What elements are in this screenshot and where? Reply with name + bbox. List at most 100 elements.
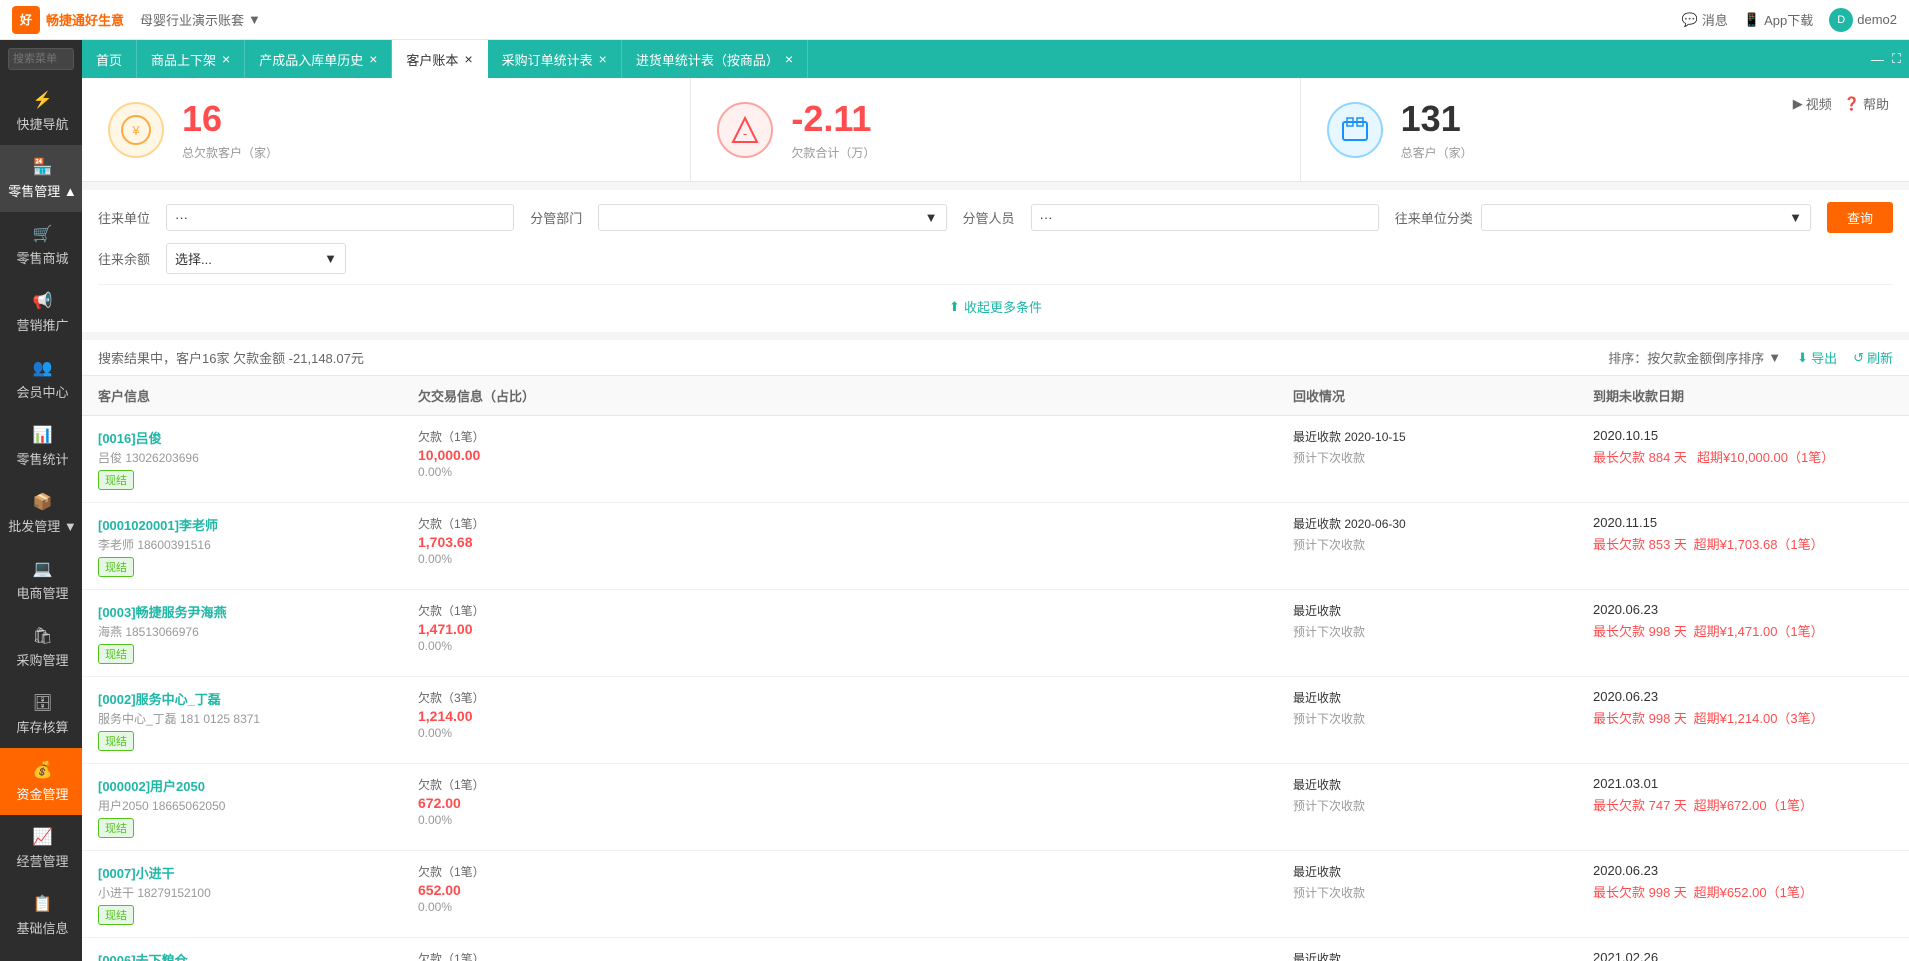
mobile-icon: 📱 (1744, 12, 1760, 28)
sidebar-item-label: 电商管理 (16, 583, 68, 602)
tab-home[interactable]: 首页 (82, 40, 137, 78)
overdue-link-4[interactable]: 超期¥672.00（1笔） (1694, 798, 1813, 813)
customer-name-3[interactable]: [0002]服务中心_丁磊 (98, 689, 418, 708)
sidebar-item-purchase[interactable]: 🛍 采购管理 (0, 614, 82, 681)
customer-name-5[interactable]: [0007]小进干 (98, 863, 418, 882)
marketing-icon: 📢 (33, 291, 53, 311)
user-avatar[interactable]: D demo2 (1829, 8, 1897, 32)
sidebar-item-member[interactable]: 👥 会员中心 (0, 346, 82, 413)
overdue-link-0[interactable]: 超期¥10,000.00（1笔） (1697, 450, 1834, 465)
customer-name-6[interactable]: [0006]去下粮仓 (98, 950, 418, 961)
person-input[interactable]: ··· (1031, 204, 1379, 231)
sidebar-item-system[interactable]: ⚙ 系统管理 (0, 949, 82, 961)
tab-close-icon[interactable]: × (464, 52, 472, 66)
balance-select[interactable]: 选择... ▼ (166, 243, 346, 274)
customer-name-1[interactable]: [0001020001]李老师 (98, 515, 418, 534)
overdue-info-3: 2020.06.23 最长欠款 998 天 超期¥1,214.00（3笔） (1593, 689, 1893, 727)
sidebar-item-retail-mall[interactable]: 🛒 零售商城 (0, 212, 82, 279)
tab-product-history[interactable]: 产成品入库单历史 × (245, 40, 392, 78)
sidebar-item-marketing[interactable]: 📢 营销推广 (0, 279, 82, 346)
debt-amount-2[interactable]: 1,471.00 (418, 621, 1293, 637)
overdue-link-2[interactable]: 超期¥1,471.00（1笔） (1694, 624, 1824, 639)
stat-card-total: 131 总客户（家） ▶ 视频 ❓ 帮助 (1301, 78, 1909, 181)
tab-close-icon[interactable]: × (599, 52, 607, 66)
overdue-date-6: 2021.02.26 (1593, 950, 1893, 961)
sidebar-item-basic-info[interactable]: 📋 基础信息 (0, 882, 82, 949)
chevron-down-icon: ▼ (925, 210, 938, 225)
customer-info-1: [0001020001]李老师 李老师 18600391516 现结 (98, 515, 418, 577)
app-download-btn[interactable]: 📱 App下载 (1744, 10, 1813, 29)
stat-label-debt: 欠款合计（万） (791, 144, 1275, 161)
debt-amount-0[interactable]: 10,000.00 (418, 447, 1293, 463)
debt-info-5: 欠款（1笔） 652.00 0.00% (418, 863, 1293, 914)
message-icon: 💬 (1682, 12, 1698, 28)
customer-name-0[interactable]: [0016]吕俊 (98, 428, 418, 447)
tab-close-icon[interactable]: × (222, 52, 230, 66)
debt-amount-5[interactable]: 652.00 (418, 882, 1293, 898)
member-icon: 👥 (33, 358, 53, 378)
overdue-date-2: 2020.06.23 (1593, 602, 1893, 617)
overdue-date-1: 2020.11.15 (1593, 515, 1893, 530)
company-select[interactable]: 母婴行业演示账套 ▼ (132, 6, 269, 33)
overdue-link-1[interactable]: 超期¥1,703.68（1笔） (1694, 537, 1824, 552)
overdue-link-5[interactable]: 超期¥652.00（1笔） (1694, 885, 1813, 900)
sort-select[interactable]: 排序：按欠款金额倒序排序 ▼ (1608, 348, 1781, 367)
sidebar-item-inventory[interactable]: 🗄 库存核算 (0, 681, 82, 748)
tab-close-icon[interactable]: × (785, 52, 793, 66)
stat-label-debtor: 总欠款客户（家） (182, 144, 666, 161)
sidebar-item-batch-mgmt[interactable]: 📦 批发管理 ▼ (0, 480, 82, 547)
customer-phone-0: 吕俊 13026203696 (98, 449, 418, 466)
sidebar-item-operations[interactable]: 📈 经营管理 (0, 815, 82, 882)
debt-amount-3[interactable]: 1,214.00 (418, 708, 1293, 724)
sidebar-item-retail-stats[interactable]: 📊 零售统计 (0, 413, 82, 480)
sidebar-item-quick-nav[interactable]: ⚡ 快捷导航 (0, 78, 82, 145)
stat-circle-debt: - (717, 102, 773, 158)
debt-amount-4[interactable]: 672.00 (418, 795, 1293, 811)
customer-name-4[interactable]: [000002]用户2050 (98, 776, 418, 795)
tab-close-icon[interactable]: × (369, 52, 377, 66)
payback-info-3: 最近收款 预计下次收款 (1293, 689, 1593, 727)
message-btn[interactable]: 💬 消息 (1682, 10, 1728, 29)
content-area: 首页 商品上下架 × 产成品入库单历史 × 客户账本 × 采购订单统计表 × 进… (82, 40, 1909, 961)
collapse-btn[interactable]: ⬆ 收起更多条件 (945, 293, 1046, 320)
debt-info-4: 欠款（1笔） 672.00 0.00% (418, 776, 1293, 827)
tab-bar-end: — ⛶ (1863, 51, 1909, 67)
debt-amount-1[interactable]: 1,703.68 (418, 534, 1293, 550)
customer-name-2[interactable]: [0003]畅捷服务尹海燕 (98, 602, 418, 621)
help-btn[interactable]: ❓ 帮助 (1844, 94, 1889, 113)
sidebar-item-label: 零售商城 (16, 248, 68, 267)
tab-minimize-icon[interactable]: — (1871, 52, 1884, 67)
debt-label-3: 欠款（3笔） (418, 689, 1293, 706)
export-btn[interactable]: ⬇ 导出 (1797, 348, 1837, 367)
tab-customer-account[interactable]: 客户账本 × (392, 40, 487, 78)
sidebar-item-ecommerce[interactable]: 💻 电商管理 (0, 547, 82, 614)
tab-product-listing[interactable]: 商品上下架 × (137, 40, 245, 78)
overdue-link-3[interactable]: 超期¥1,214.00（3笔） (1694, 711, 1824, 726)
tab-maximize-icon[interactable]: ⛶ (1892, 51, 1901, 67)
overdue-info-1: 2020.11.15 最长欠款 853 天 超期¥1,703.68（1笔） (1593, 515, 1893, 553)
overdue-info-2: 2020.06.23 最长欠款 998 天 超期¥1,471.00（1笔） (1593, 602, 1893, 640)
customer-info-2: [0003]畅捷服务尹海燕 海燕 18513066976 现结 (98, 602, 418, 664)
from-unit-input[interactable]: ··· (166, 204, 514, 231)
tab-label: 商品上下架 (151, 50, 216, 69)
video-btn[interactable]: ▶ 视频 (1793, 94, 1832, 113)
customer-info-6: [0006]去下粮仓 陈小希 现结 (98, 950, 418, 961)
person-dots: ··· (1040, 210, 1053, 225)
unit-type-select[interactable]: ▼ (1481, 204, 1811, 231)
sidebar-item-retail-mgmt[interactable]: 🏪 零售管理 ▲ (0, 145, 82, 212)
customer-info-5: [0007]小进干 小进干 18279152100 现结 (98, 863, 418, 925)
tab-purchase-stats[interactable]: 采购订单统计表 × (488, 40, 622, 78)
customer-phone-1: 李老师 18600391516 (98, 536, 418, 553)
export-label: 导出 (1811, 348, 1837, 367)
search-button[interactable]: 查询 (1827, 202, 1893, 233)
payback-last-1: 最近收款 2020-06-30 (1293, 515, 1593, 532)
tab-bar: 首页 商品上下架 × 产成品入库单历史 × 客户账本 × 采购订单统计表 × 进… (82, 40, 1909, 78)
tab-purchase-product-stats[interactable]: 进货单统计表（按商品） × (622, 40, 808, 78)
sidebar-search-input[interactable] (8, 48, 74, 70)
logo-icon: 好 (12, 6, 40, 34)
sidebar-item-finance[interactable]: 💰 资金管理 (0, 748, 82, 815)
table-row: [0007]小进干 小进干 18279152100 现结 欠款（1笔） 652.… (82, 851, 1909, 938)
stat-number-debt: -2.11 (791, 98, 1275, 140)
dept-select[interactable]: ▼ (598, 204, 946, 231)
refresh-btn[interactable]: ↺ 刷新 (1853, 348, 1893, 367)
